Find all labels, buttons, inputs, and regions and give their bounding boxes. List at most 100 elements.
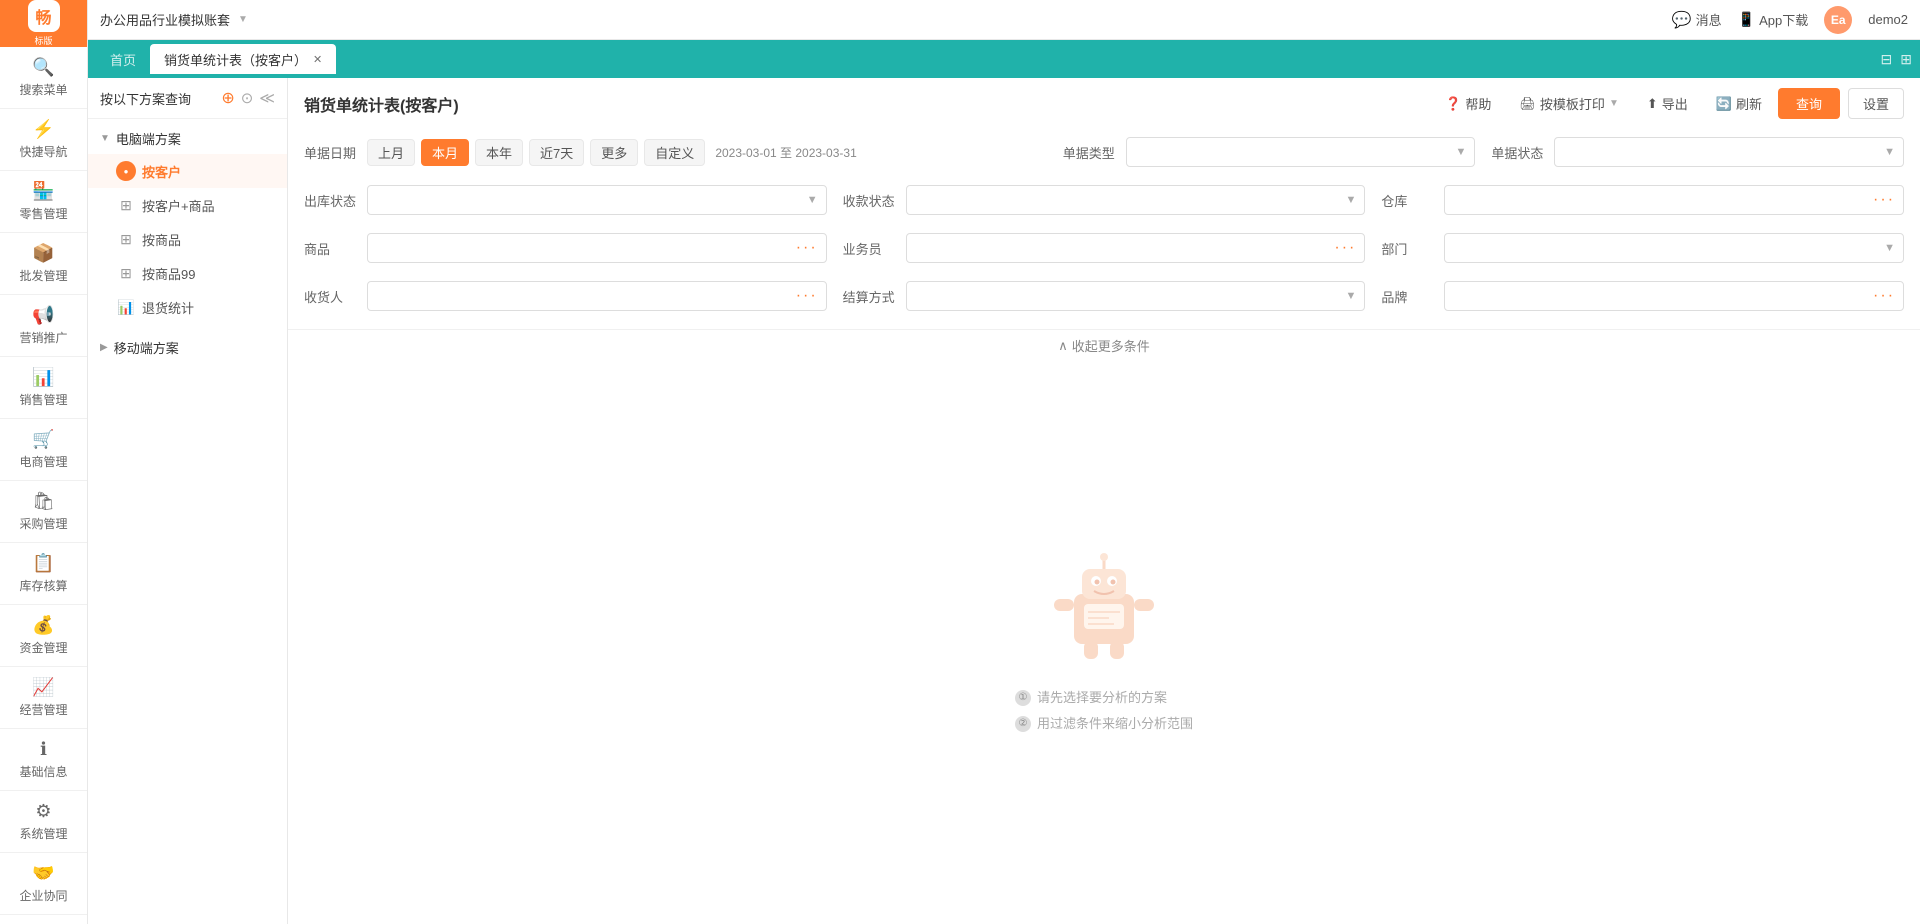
sidebar-label-7: 采购管理 bbox=[19, 515, 67, 532]
tree-item-goods[interactable]: ⊞ 按商品 bbox=[88, 222, 287, 256]
page-actions: ❓ 帮助 🖨 按模板打印 ▼ ⬆ 导出 🔄 bbox=[1437, 90, 1770, 117]
desktop-group: ▼ 电脑端方案 ● 按客户 ⊞ 按客户+商品 ⊞ 按商品 ⊞ 按商品99 bbox=[88, 119, 287, 328]
customer-goods-label: 按客户+商品 bbox=[142, 196, 215, 215]
sidebar-icon-4: 📢 bbox=[32, 305, 54, 326]
tree-item-return[interactable]: 📊 退货统计 bbox=[88, 290, 287, 324]
tab-maximize-icon[interactable]: ⊞ bbox=[1900, 51, 1912, 68]
sidebar-item-13[interactable]: 🤝 企业协同 bbox=[0, 853, 88, 915]
date-btn-this-month[interactable]: 本月 bbox=[421, 139, 469, 166]
left-panel-title: 按以下方案查询 bbox=[100, 89, 191, 108]
date-btn-custom[interactable]: 自定义 bbox=[644, 139, 705, 166]
tab-home[interactable]: 首页 bbox=[96, 44, 150, 74]
settle-arrow-icon: ▼ bbox=[1345, 290, 1356, 302]
tab-minimize-icon[interactable]: ⊟ bbox=[1881, 51, 1893, 68]
goods99-label: 按商品99 bbox=[142, 264, 195, 283]
refresh-btn[interactable]: 🔄 刷新 bbox=[1708, 90, 1770, 117]
doc-type-control[interactable]: ▼ bbox=[1126, 137, 1476, 167]
right-content: 销货单统计表(按客户) ❓ 帮助 🖨 按模板打印 ▼ ⬆ bbox=[288, 78, 1920, 924]
receive-status-control[interactable]: ▼ bbox=[906, 185, 1366, 215]
sidebar-label-5: 销售管理 bbox=[19, 391, 67, 408]
return-label: 退货统计 bbox=[142, 298, 194, 317]
sidebar-item-2[interactable]: 🏪 零售管理 bbox=[0, 171, 88, 233]
print-btn[interactable]: 🖨 按模板打印 ▼ bbox=[1511, 90, 1626, 117]
user-name: demo2 bbox=[1868, 12, 1908, 27]
desktop-group-label: 电脑端方案 bbox=[116, 129, 181, 148]
logo-icon: 畅 bbox=[28, 0, 60, 32]
salesperson-dots-icon: ··· bbox=[1334, 239, 1356, 257]
goods-label: 商品 bbox=[304, 239, 359, 258]
sidebar-label-0: 搜索菜单 bbox=[19, 81, 67, 98]
sidebar-item-5[interactable]: 📊 销售管理 bbox=[0, 357, 88, 419]
warehouse-control[interactable]: ··· bbox=[1444, 185, 1904, 215]
sidebar-item-10[interactable]: 📈 经营管理 bbox=[0, 667, 88, 729]
doc-status-control[interactable]: ▼ bbox=[1554, 137, 1904, 167]
tip-text-2: 用过滤条件来缩小分析范围 bbox=[1037, 711, 1193, 737]
tree-item-goods99[interactable]: ⊞ 按商品99 bbox=[88, 256, 287, 290]
date-btn-last-month[interactable]: 上月 bbox=[367, 139, 415, 166]
tab-close-icon[interactable]: ✕ bbox=[313, 53, 322, 66]
sidebar-label-10: 经营管理 bbox=[19, 701, 67, 718]
warehouse-dots-icon: ··· bbox=[1873, 191, 1895, 209]
tree-item-customer-goods[interactable]: ⊞ 按客户+商品 bbox=[88, 188, 287, 222]
top-nav-left: 办公用品行业模拟账套 ▼ bbox=[100, 10, 248, 29]
sidebar-item-7[interactable]: 🛍 采购管理 bbox=[0, 481, 88, 543]
user-avatar[interactable]: Ea bbox=[1824, 6, 1852, 34]
app-download-label: App下载 bbox=[1759, 10, 1808, 29]
mobile-arrow-icon: ▶ bbox=[100, 342, 108, 353]
collapse-bar[interactable]: ∧ 收起更多条件 bbox=[288, 329, 1920, 361]
sidebar-item-12[interactable]: ⚙ 系统管理 bbox=[0, 791, 88, 853]
sidebar-item-8[interactable]: 📋 库存核算 bbox=[0, 543, 88, 605]
sidebar-item-14[interactable]: 🎯 新手引导 bbox=[0, 915, 88, 924]
tab-report[interactable]: 销货单统计表（按客户） ✕ bbox=[150, 44, 336, 74]
add-scheme-icon[interactable]: ⊕ bbox=[221, 88, 234, 108]
edit-scheme-icon[interactable]: ⊙ bbox=[241, 89, 254, 107]
app-download-btn[interactable]: 📱 App下载 bbox=[1738, 10, 1809, 29]
goods-dots-icon: ··· bbox=[796, 239, 818, 257]
ship-status-control[interactable]: ▼ bbox=[367, 185, 827, 215]
sidebar-item-3[interactable]: 📦 批发管理 bbox=[0, 233, 88, 295]
sidebar-item-4[interactable]: 📢 营销推广 bbox=[0, 295, 88, 357]
settle-control[interactable]: ▼ bbox=[906, 281, 1366, 311]
salesperson-control[interactable]: ··· bbox=[906, 233, 1366, 263]
collapse-panel-icon[interactable]: ≪ bbox=[259, 89, 275, 107]
sidebar-item-1[interactable]: ⚡ 快捷导航 bbox=[0, 109, 88, 171]
sidebar-item-9[interactable]: 💰 资金管理 bbox=[0, 605, 88, 667]
receiver-dots-icon: ··· bbox=[796, 287, 818, 305]
export-btn[interactable]: ⬆ 导出 bbox=[1639, 90, 1696, 117]
receive-status-arrow-icon: ▼ bbox=[1345, 194, 1356, 206]
setting-button[interactable]: 设置 bbox=[1848, 88, 1904, 119]
receiver-label: 收货人 bbox=[304, 287, 359, 306]
dept-arrow-icon: ▼ bbox=[1884, 242, 1895, 254]
mobile-group-title[interactable]: ▶ 移动端方案 bbox=[88, 332, 287, 363]
sidebar-icon-11: ℹ bbox=[40, 739, 47, 760]
help-btn[interactable]: ❓ 帮助 bbox=[1437, 90, 1499, 117]
logo-subtitle: 标版 bbox=[34, 34, 52, 47]
sidebar-item-6[interactable]: 🛒 电商管理 bbox=[0, 419, 88, 481]
empty-state: ① 请先选择要分析的方案 ② 用过滤条件来缩小分析范围 bbox=[288, 361, 1920, 924]
sidebar-icon-1: ⚡ bbox=[32, 119, 54, 140]
tip-num-2: ② bbox=[1015, 716, 1031, 732]
mobile-group-label: 移动端方案 bbox=[114, 338, 179, 357]
sidebar-item-0[interactable]: 🔍 搜索菜单 bbox=[0, 47, 88, 109]
refresh-icon: 🔄 bbox=[1716, 96, 1732, 112]
desktop-group-title[interactable]: ▼ 电脑端方案 bbox=[88, 123, 287, 154]
setting-label: 设置 bbox=[1863, 97, 1889, 112]
brand-label: 品牌 bbox=[1381, 287, 1436, 306]
date-btn-this-year[interactable]: 本年 bbox=[475, 139, 523, 166]
brand-control[interactable]: ··· bbox=[1444, 281, 1904, 311]
tree-item-customer[interactable]: ● 按客户 bbox=[88, 154, 287, 188]
message-btn[interactable]: 💬 消息 bbox=[1672, 10, 1722, 30]
goods-control[interactable]: ··· bbox=[367, 233, 827, 263]
sidebar-icon-5: 📊 bbox=[32, 367, 54, 388]
sidebar-icon-10: 📈 bbox=[32, 677, 54, 698]
ship-status-arrow-icon: ▼ bbox=[807, 194, 818, 206]
receiver-control[interactable]: ··· bbox=[367, 281, 827, 311]
dept-control[interactable]: ▼ bbox=[1444, 233, 1904, 263]
date-btn-more[interactable]: 更多 bbox=[590, 139, 638, 166]
page-header-row: 销货单统计表(按客户) ❓ 帮助 🖨 按模板打印 ▼ ⬆ bbox=[288, 78, 1920, 129]
sidebar-icon-13: 🤝 bbox=[32, 863, 54, 884]
query-button[interactable]: 查询 bbox=[1778, 88, 1840, 119]
sidebar-item-11[interactable]: ℹ 基础信息 bbox=[0, 729, 88, 791]
tab-home-label: 首页 bbox=[110, 50, 136, 69]
date-btn-7days[interactable]: 近7天 bbox=[529, 139, 584, 166]
